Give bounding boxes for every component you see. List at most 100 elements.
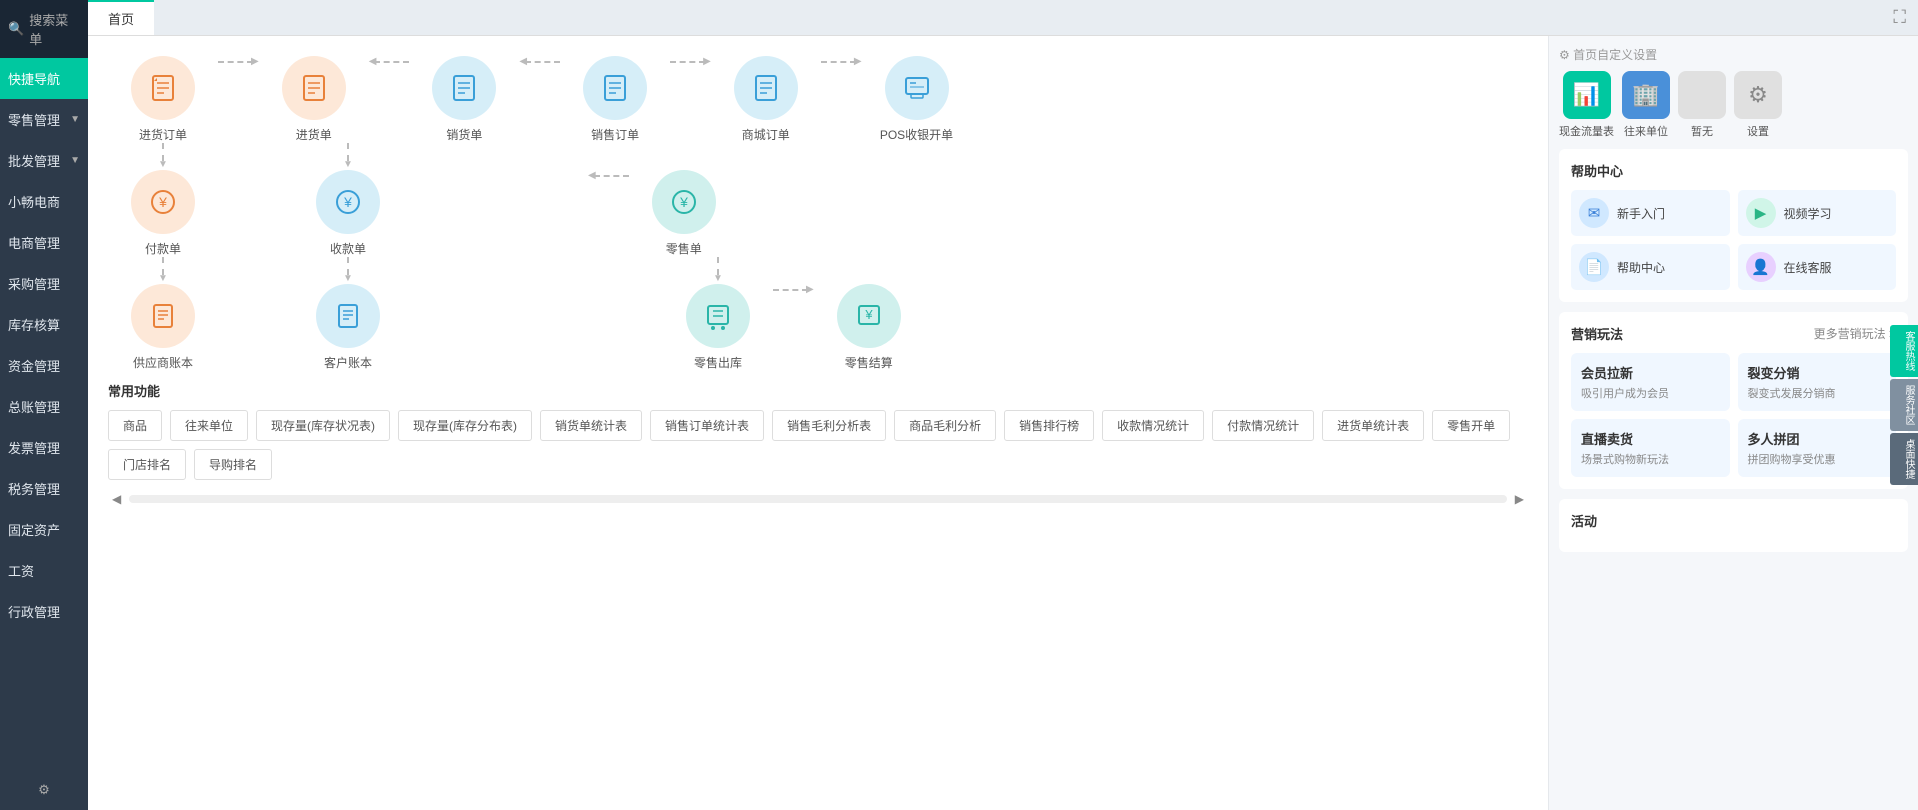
circle-supplier-account bbox=[131, 284, 195, 348]
quick-icon-box-none bbox=[1678, 71, 1726, 119]
scroll-left-btn[interactable]: ◀ bbox=[108, 490, 125, 508]
vc-purchase-order: ▼ bbox=[108, 143, 218, 170]
sidebar-item-invoice-mgmt[interactable]: 发票管理 bbox=[0, 427, 88, 468]
func-btn[interactable]: 现存量(库存分布表) bbox=[398, 410, 532, 441]
quick-icon-settings[interactable]: ⚙ 设置 bbox=[1734, 71, 1782, 139]
flow-row-3: 供应商账本 客户账本 bbox=[108, 284, 1528, 371]
func-btn[interactable]: 销货单统计表 bbox=[540, 410, 642, 441]
help-icon-online-service: 👤 bbox=[1746, 252, 1776, 282]
node-sales-bill[interactable]: 销货单 bbox=[409, 56, 519, 143]
sidebar-item-wholesale-mgmt[interactable]: 批发管理▼ bbox=[0, 140, 88, 181]
float-btn-customer-service[interactable]: 客服热线 bbox=[1890, 325, 1918, 377]
help-center-card: 帮助中心 ✉新手入门▶视频学习📄帮助中心👤在线客服 bbox=[1559, 149, 1908, 302]
label-retail-bill: 零售单 bbox=[666, 240, 702, 257]
func-btn[interactable]: 付款情况统计 bbox=[1212, 410, 1314, 441]
arrow-right-icon4: ▶ bbox=[806, 284, 814, 295]
marketing-title-live: 直播卖货 bbox=[1581, 429, 1720, 448]
label-retail-outbound: 零售出库 bbox=[694, 354, 742, 371]
sidebar-item-retail-mgmt[interactable]: 零售管理▼ bbox=[0, 99, 88, 140]
fullscreen-btn[interactable]: ⛶ bbox=[1893, 7, 1918, 28]
quick-icon-cash-flow[interactable]: 📊现金流量表 bbox=[1559, 71, 1614, 139]
sidebar-item-purchase-mgmt[interactable]: 采购管理 bbox=[0, 263, 88, 304]
sidebar-search[interactable]: 🔍 搜索菜单 bbox=[0, 0, 88, 58]
func-btn[interactable]: 现存量(库存状况表) bbox=[256, 410, 390, 441]
arrow-4-5: ▶ bbox=[670, 56, 711, 93]
marketing-item-member[interactable]: 会员拉新吸引用户成为会员 bbox=[1571, 353, 1730, 411]
sidebar-item-xiaochang-ecom[interactable]: 小畅电商 bbox=[0, 181, 88, 222]
node-payment-bill[interactable]: ¥ 付款单 bbox=[108, 170, 218, 257]
node-retail-outbound[interactable]: 零售出库 bbox=[663, 284, 773, 371]
help-item-help[interactable]: 📄帮助中心 bbox=[1571, 244, 1730, 290]
quick-icon-label-settings: 设置 bbox=[1747, 123, 1769, 139]
v-connectors-1: ▼ ▼ bbox=[108, 143, 1528, 170]
sidebar-item-inventory[interactable]: 库存核算 bbox=[0, 304, 88, 345]
sidebar-item-fixed-assets[interactable]: 固定资产 bbox=[0, 509, 88, 550]
marketing-item-split-sale[interactable]: 裂变分销裂变式发展分销商 bbox=[1738, 353, 1897, 411]
help-icon-help: 📄 bbox=[1579, 252, 1609, 282]
circle-purchase-bill bbox=[282, 56, 346, 120]
flow-row-1: 进货订单 ▶ 进货单 bbox=[108, 56, 1528, 143]
svg-text:¥: ¥ bbox=[158, 194, 167, 210]
sidebar-nav: 快捷导航零售管理▼批发管理▼小畅电商电商管理采购管理库存核算资金管理总账管理发票… bbox=[0, 58, 88, 632]
scroll-track[interactable] bbox=[129, 495, 1507, 503]
node-receipt-bill[interactable]: ¥ 收款单 bbox=[293, 170, 403, 257]
sidebar-item-ecom-mgmt[interactable]: 电商管理 bbox=[0, 222, 88, 263]
sidebar-item-more[interactable]: 行政管理 bbox=[0, 591, 88, 632]
content-area: 进货订单 ▶ 进货单 bbox=[88, 36, 1918, 810]
customize-settings-link[interactable]: ⚙ 首页自定义设置 bbox=[1559, 46, 1657, 63]
func-btn[interactable]: 收款情况统计 bbox=[1102, 410, 1204, 441]
func-btn[interactable]: 商品毛利分析 bbox=[894, 410, 996, 441]
quick-icons-row: 📊现金流量表🏢往来单位暂无⚙ 设置 bbox=[1559, 71, 1908, 139]
func-btn[interactable]: 销售毛利分析表 bbox=[772, 410, 886, 441]
func-btn[interactable]: 往来单位 bbox=[170, 410, 248, 441]
help-center-title: 帮助中心 bbox=[1571, 161, 1896, 180]
circle-retail-settle: ¥ bbox=[837, 284, 901, 348]
vc-receipt: ▼ bbox=[293, 257, 403, 284]
float-btn-service-community[interactable]: 服务社区 bbox=[1890, 379, 1918, 431]
sidebar-item-tax-mgmt[interactable]: 税务管理 bbox=[0, 468, 88, 509]
help-item-online-service[interactable]: 👤在线客服 bbox=[1738, 244, 1897, 290]
label-supplier-account: 供应商账本 bbox=[133, 354, 193, 371]
marketing-item-group-buy[interactable]: 多人拼团拼团购物享受优惠 bbox=[1738, 419, 1897, 477]
marketing-title-member: 会员拉新 bbox=[1581, 363, 1720, 382]
sidebar-item-salary[interactable]: 工资 bbox=[0, 550, 88, 591]
func-btn[interactable]: 零售开单 bbox=[1432, 410, 1510, 441]
node-retail-bill[interactable]: ¥ 零售单 bbox=[629, 170, 739, 257]
sidebar-item-capital-mgmt[interactable]: 资金管理 bbox=[0, 345, 88, 386]
func-btn[interactable]: 销售排行榜 bbox=[1004, 410, 1094, 441]
node-purchase-bill[interactable]: 进货单 bbox=[259, 56, 369, 143]
func-btn[interactable]: 商品 bbox=[108, 410, 162, 441]
node-pos-cashier[interactable]: POS收银开单 bbox=[862, 56, 972, 143]
marketing-more-link[interactable]: 更多营销玩法 > bbox=[1814, 325, 1896, 342]
func-btn[interactable]: 导购排名 bbox=[194, 449, 272, 480]
quick-icon-none[interactable]: 暂无 bbox=[1678, 71, 1726, 139]
node-retail-settle[interactable]: ¥ 零售结算 bbox=[814, 284, 924, 371]
func-btn[interactable]: 门店排名 bbox=[108, 449, 186, 480]
float-btn-desktop-quick[interactable]: 桌面快捷 bbox=[1890, 433, 1918, 485]
arrow-pos-retail: ◀ bbox=[588, 170, 629, 207]
quick-icon-contacts[interactable]: 🏢往来单位 bbox=[1622, 71, 1670, 139]
sidebar-item-general-ledger[interactable]: 总账管理 bbox=[0, 386, 88, 427]
help-icon-video: ▶ bbox=[1746, 198, 1776, 228]
tab-home[interactable]: 首页 bbox=[88, 0, 154, 35]
sidebar-settings-btn[interactable]: ⚙ bbox=[0, 770, 88, 810]
node-sales-order[interactable]: 销售订单 bbox=[560, 56, 670, 143]
sidebar-item-quick-nav[interactable]: 快捷导航 bbox=[0, 58, 88, 99]
sidebar-label-fixed-assets: 固定资产 bbox=[8, 520, 80, 539]
help-item-beginner[interactable]: ✉新手入门 bbox=[1571, 190, 1730, 236]
vc-payment: ▼ bbox=[108, 257, 218, 284]
circle-sales-bill bbox=[432, 56, 496, 120]
node-mall-order[interactable]: 商城订单 bbox=[711, 56, 821, 143]
activity-title: 活动 bbox=[1571, 511, 1896, 530]
node-supplier-account[interactable]: 供应商账本 bbox=[108, 284, 218, 371]
help-item-video[interactable]: ▶视频学习 bbox=[1738, 190, 1897, 236]
func-btn[interactable]: 销售订单统计表 bbox=[650, 410, 764, 441]
quick-icon-box-settings: ⚙ bbox=[1734, 71, 1782, 119]
arrow-down-4: ▼ bbox=[343, 273, 353, 284]
node-purchase-order[interactable]: 进货订单 bbox=[108, 56, 218, 143]
node-customer-account[interactable]: 客户账本 bbox=[293, 284, 403, 371]
func-btn[interactable]: 进货单统计表 bbox=[1322, 410, 1424, 441]
scroll-right-btn[interactable]: ▶ bbox=[1511, 490, 1528, 508]
sidebar-label-general-ledger: 总账管理 bbox=[8, 397, 80, 416]
marketing-item-live[interactable]: 直播卖货场景式购物新玩法 bbox=[1571, 419, 1730, 477]
